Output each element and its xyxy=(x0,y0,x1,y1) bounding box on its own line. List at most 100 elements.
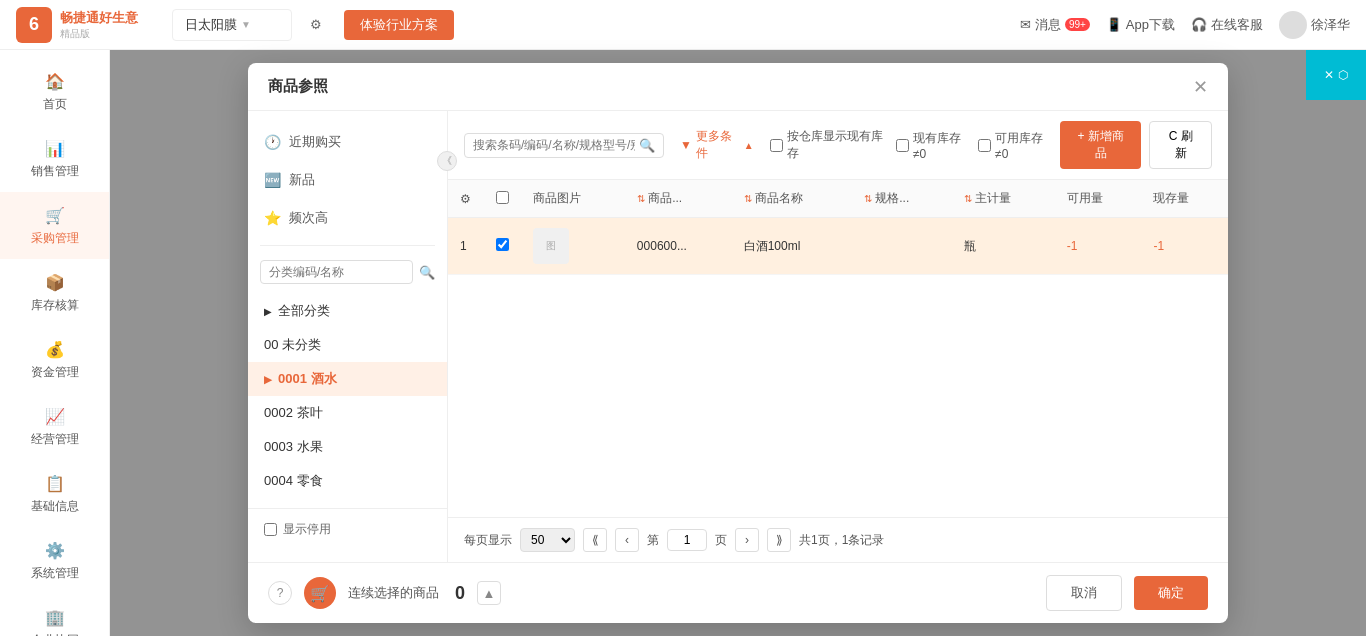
sidebar-item-purchase[interactable]: 🛒 采购管理 xyxy=(0,192,109,259)
search-icon[interactable]: 🔍 xyxy=(639,138,655,153)
product-search-input[interactable] xyxy=(473,138,635,152)
headset-icon: 🎧 xyxy=(1191,17,1207,32)
category-item-0004[interactable]: 0004 零食 xyxy=(248,464,447,498)
chevron-down-icon: ▼ xyxy=(241,19,251,30)
tab-frequent[interactable]: ⭐ 频次高 xyxy=(248,199,447,237)
category-item-0001[interactable]: ▶ 0001 酒水 xyxy=(248,362,447,396)
by-warehouse-label: 按仓库显示现有库存 xyxy=(787,128,888,162)
by-warehouse-checkbox[interactable] xyxy=(770,139,783,152)
category-0004-label: 0004 零食 xyxy=(264,472,323,490)
col-unit-header[interactable]: ⇅ 主计量 xyxy=(952,180,1055,218)
online-service-button[interactable]: 🎧 在线客服 xyxy=(1191,16,1263,34)
add-product-button[interactable]: + 新增商品 xyxy=(1060,121,1141,169)
select-all-checkbox[interactable] xyxy=(496,191,509,204)
tab-recent[interactable]: 🕐 近期购买 xyxy=(248,123,447,161)
download-icon: 📱 xyxy=(1106,17,1122,32)
teal-panel-button[interactable]: ✕ ⬡ xyxy=(1306,50,1366,100)
collapse-panel-button[interactable]: 《 xyxy=(437,151,457,171)
logo-icon: 6 xyxy=(16,7,52,43)
last-page-button[interactable]: ⟫ xyxy=(767,528,791,552)
show-disabled-text: 显示停用 xyxy=(283,521,331,538)
sort-icon-unit: ⇅ xyxy=(964,193,972,204)
app-download-button[interactable]: 📱 App下载 xyxy=(1106,16,1175,34)
top-navbar: 6 畅捷通好生意 精品版 日太阳膜 ▼ ⚙ 体验行业方案 ✉ 消息 99+ 📱 … xyxy=(0,0,1366,50)
next-page-button[interactable]: › xyxy=(735,528,759,552)
page-label: 第 xyxy=(647,532,659,549)
user-avatar-button[interactable]: 徐泽华 xyxy=(1279,11,1350,39)
available-nonzero-checkbox[interactable] xyxy=(978,139,991,152)
category-item-0003[interactable]: 0003 水果 xyxy=(248,430,447,464)
row-checkbox[interactable] xyxy=(496,238,509,251)
checkbox-available-nonzero[interactable]: 可用库存≠0 xyxy=(978,130,1052,161)
confirm-button[interactable]: 确定 xyxy=(1134,576,1208,610)
category-list: ▶ 全部分类 00 未分类 ▶ 0001 酒水 0002 茶 xyxy=(248,290,447,508)
row-name-cell: 白酒100ml xyxy=(732,218,852,275)
modal-footer: ? 🛒 连续选择的商品 0 ▲ 取消 确定 xyxy=(248,562,1228,623)
checkbox-stock-nonzero[interactable]: 现有库存≠0 xyxy=(896,130,970,161)
message-badge: 99+ xyxy=(1065,18,1090,31)
category-item-00[interactable]: 00 未分类 xyxy=(248,328,447,362)
modal-body: 🕐 近期购买 🆕 新品 ⭐ 频次高 xyxy=(248,111,1228,562)
messages-button[interactable]: ✉ 消息 99+ xyxy=(1020,16,1090,34)
refresh-button[interactable]: C 刷新 xyxy=(1149,121,1212,169)
trial-button[interactable]: 体验行业方案 xyxy=(344,10,454,40)
current-page-input[interactable] xyxy=(667,529,707,551)
checkbox-by-warehouse[interactable]: 按仓库显示现有库存 xyxy=(770,128,888,162)
sidebar-item-purchase-label: 采购管理 xyxy=(31,230,79,247)
category-search-icon[interactable]: 🔍 xyxy=(419,265,435,280)
table-row[interactable]: 1 图 000600... xyxy=(448,218,1228,275)
sidebar-item-system[interactable]: ⚙️ 系统管理 xyxy=(0,527,109,594)
category-00-label: 00 未分类 xyxy=(264,336,321,354)
modal-right-panel: 🔍 ▼ 更多条件 ▲ 按仓库显示现有库存 xyxy=(448,111,1228,562)
category-item-0005[interactable]: 0005 饮料 xyxy=(248,498,447,508)
first-page-button[interactable]: ⟪ xyxy=(583,528,607,552)
row-code-cell: 000600... xyxy=(625,218,732,275)
close-panel-icon: ✕ xyxy=(1324,68,1334,82)
main-layout: 🏠 首页 📊 销售管理 🛒 采购管理 📦 库存核算 💰 资金管理 📈 经营管理 … xyxy=(0,50,1366,636)
cancel-button[interactable]: 取消 xyxy=(1046,575,1122,611)
prev-page-button[interactable]: ‹ xyxy=(615,528,639,552)
cart-icon: 🛒 xyxy=(304,577,336,609)
stock-nonzero-checkbox[interactable] xyxy=(896,139,909,152)
category-item-0002[interactable]: 0002 茶叶 xyxy=(248,396,447,430)
sidebar-item-basic-label: 基础信息 xyxy=(31,498,79,515)
logo-area: 6 畅捷通好生意 精品版 xyxy=(16,7,156,43)
modal-left-bottom: 显示停用 xyxy=(248,508,447,550)
sidebar-item-basic[interactable]: 📋 基础信息 xyxy=(0,460,109,527)
show-disabled-checkbox[interactable] xyxy=(264,523,277,536)
show-disabled-label[interactable]: 显示停用 xyxy=(264,521,431,538)
sidebar-item-enterprise[interactable]: 🏢 企业协同 xyxy=(0,594,109,636)
col-stock-header: 现存量 xyxy=(1141,180,1228,218)
col-name-header[interactable]: ⇅ 商品名称 xyxy=(732,180,852,218)
filter-label: 更多条件 xyxy=(696,128,740,162)
store-selector[interactable]: 日太阳膜 ▼ xyxy=(172,9,292,41)
sidebar-item-inventory[interactable]: 📦 库存核算 xyxy=(0,259,109,326)
sidebar-item-finance-label: 资金管理 xyxy=(31,364,79,381)
footer-collapse-button[interactable]: ▲ xyxy=(477,581,501,605)
sidebar: 🏠 首页 📊 销售管理 🛒 采购管理 📦 库存核算 💰 资金管理 📈 经营管理 … xyxy=(0,50,110,636)
col-spec-header[interactable]: ⇅ 规格... xyxy=(852,180,952,218)
product-search-box: 🔍 xyxy=(464,133,664,158)
logo-text: 畅捷通好生意 精品版 xyxy=(60,9,138,41)
sidebar-item-sales[interactable]: 📊 销售管理 xyxy=(0,125,109,192)
filter-icon: ▼ xyxy=(680,138,692,152)
modal-close-button[interactable]: ✕ xyxy=(1193,78,1208,96)
settings-button[interactable]: ⚙ xyxy=(300,9,332,41)
sidebar-item-home[interactable]: 🏠 首页 xyxy=(0,58,109,125)
tab-new-label: 新品 xyxy=(289,171,315,189)
sort-icon-code: ⇅ xyxy=(637,193,645,204)
sidebar-item-operation[interactable]: 📈 经营管理 xyxy=(0,393,109,460)
category-search-input[interactable] xyxy=(260,260,413,284)
category-item-all[interactable]: ▶ 全部分类 xyxy=(248,294,447,328)
more-filter-button[interactable]: ▼ 更多条件 ▲ xyxy=(672,124,762,166)
page-size-label: 每页显示 xyxy=(464,532,512,549)
sidebar-item-finance[interactable]: 💰 资金管理 xyxy=(0,326,109,393)
col-image-header: 商品图片 xyxy=(521,180,625,218)
col-settings[interactable]: ⚙ xyxy=(448,180,484,218)
help-button[interactable]: ? xyxy=(268,581,292,605)
row-stock-cell: -1 xyxy=(1141,218,1228,275)
page-size-select[interactable]: 50 10 20 100 xyxy=(520,528,575,552)
col-code-header[interactable]: ⇅ 商品... xyxy=(625,180,732,218)
tab-new[interactable]: 🆕 新品 xyxy=(248,161,447,199)
basic-icon: 📋 xyxy=(44,472,66,494)
